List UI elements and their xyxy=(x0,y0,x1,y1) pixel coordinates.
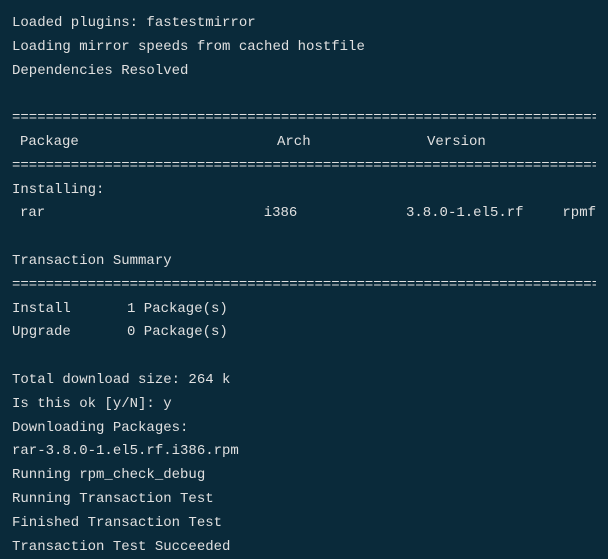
blank-line xyxy=(12,226,596,250)
plugins-line: Loaded plugins: fastestmirror xyxy=(12,12,596,36)
header-arch: Arch xyxy=(277,131,427,155)
separator-line: ========================================… xyxy=(12,155,596,179)
rpm-file-line: rar-3.8.0-1.el5.rf.i386.rpm xyxy=(12,440,596,464)
upgrade-summary-row: Upgrade 0 Package(s) xyxy=(12,321,596,345)
trans-test-finished-line: Finished Transaction Test xyxy=(12,512,596,536)
cell-version: 3.8.0-1.el5.rf xyxy=(406,202,562,226)
table-header-row: Package Arch Version xyxy=(12,131,596,155)
download-size-line: Total download size: 264 k xyxy=(12,369,596,393)
cell-arch: i386 xyxy=(264,202,406,226)
blank-line xyxy=(12,83,596,107)
deps-resolved-line: Dependencies Resolved xyxy=(12,60,596,84)
blank-line xyxy=(12,345,596,369)
header-package: Package xyxy=(12,131,277,155)
package-row: rar i386 3.8.0-1.el5.rf rpmf xyxy=(12,202,596,226)
downloading-line: Downloading Packages: xyxy=(12,417,596,441)
install-count: 1 Package(s) xyxy=(127,298,228,322)
separator-line: ========================================… xyxy=(12,107,596,131)
transaction-summary-label: Transaction Summary xyxy=(12,250,596,274)
installing-label: Installing: xyxy=(12,179,596,203)
trans-test-running-line: Running Transaction Test xyxy=(12,488,596,512)
install-summary-row: Install 1 Package(s) xyxy=(12,298,596,322)
rpm-check-line: Running rpm_check_debug xyxy=(12,464,596,488)
confirm-prompt-line: Is this ok [y/N]: y xyxy=(12,393,596,417)
cell-package: rar xyxy=(12,202,264,226)
trans-test-succeeded-line: Transaction Test Succeeded xyxy=(12,536,596,559)
cell-repo: rpmf xyxy=(562,202,596,226)
separator-line: ========================================… xyxy=(12,274,596,298)
header-version: Version xyxy=(427,131,592,155)
install-label: Install xyxy=(12,298,127,322)
upgrade-label: Upgrade xyxy=(12,321,127,345)
upgrade-count: 0 Package(s) xyxy=(127,321,228,345)
mirror-line: Loading mirror speeds from cached hostfi… xyxy=(12,36,596,60)
